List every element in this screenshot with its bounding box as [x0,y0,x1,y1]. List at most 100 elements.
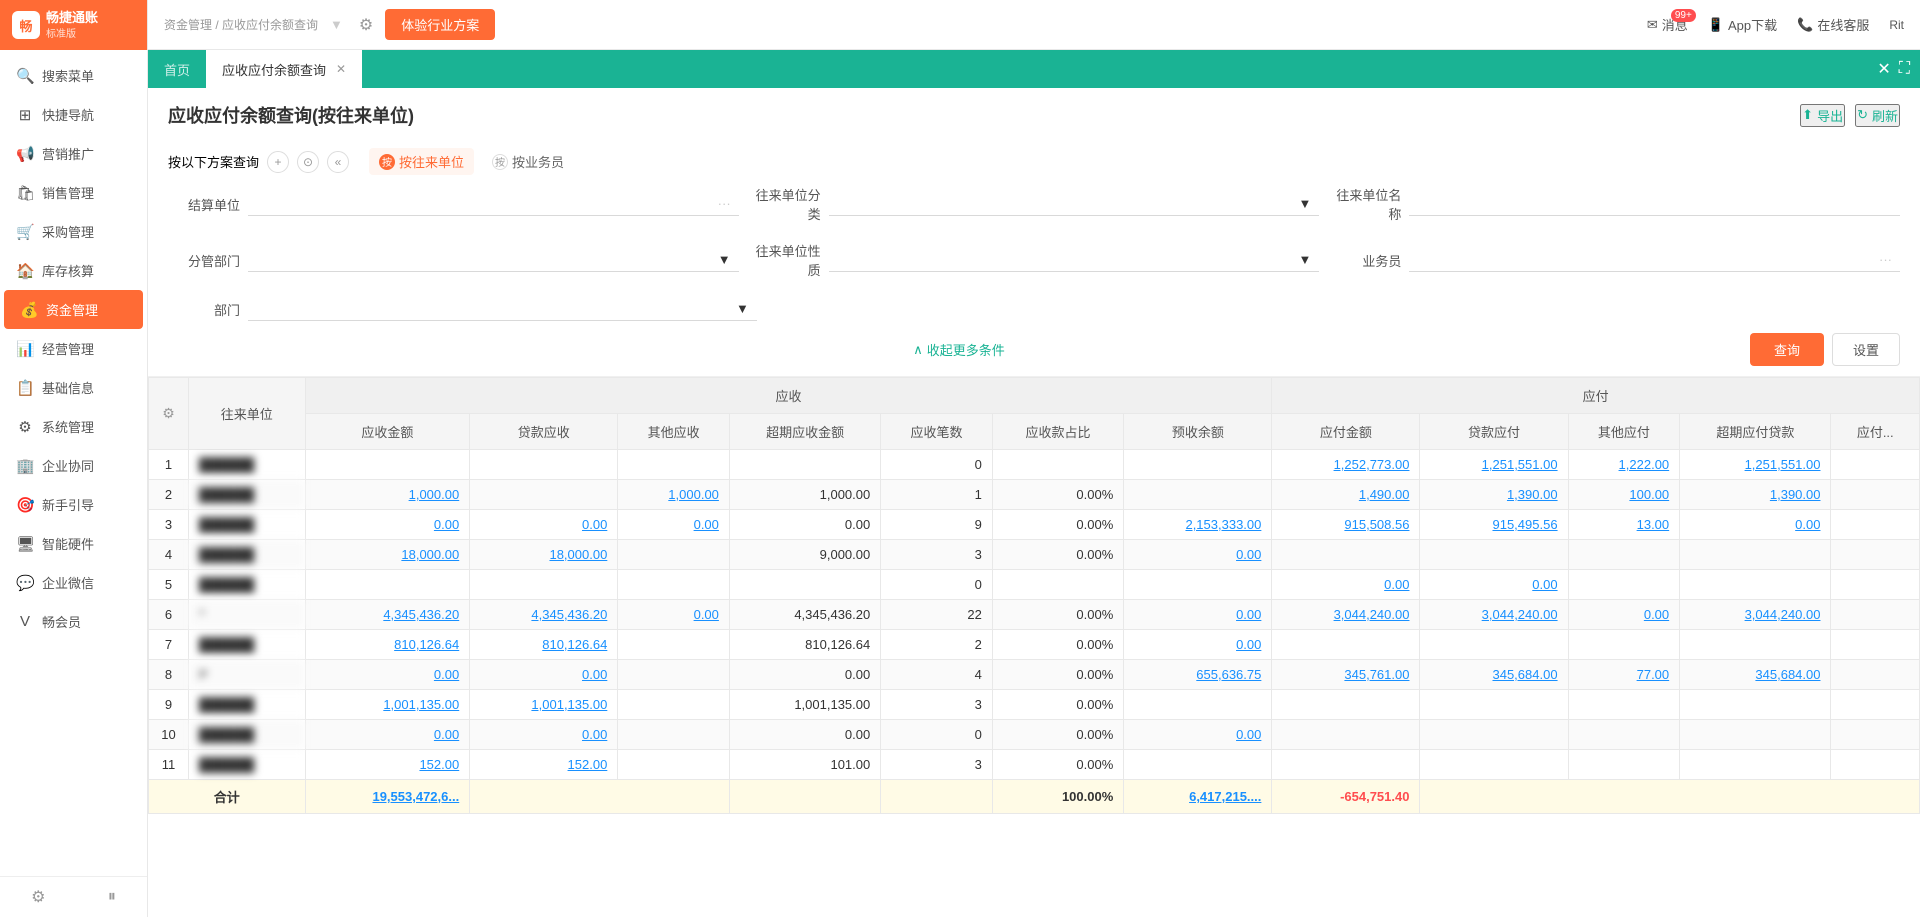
table-cell[interactable]: 3,044,240.00 [1420,600,1568,630]
table-cell[interactable]: 0.00 [618,510,730,540]
tab-expand-icon[interactable]: ⛶ [1899,60,1910,78]
table-cell[interactable]: 1,001,135.00 [470,690,618,720]
filter-option-salesperson[interactable]: 按 按业务员 [482,148,574,175]
table-cell[interactable]: 0.00 [1568,600,1680,630]
filter-dept-select[interactable]: ▼ [248,297,757,321]
dropdown-arrow-icon[interactable]: ▼ [330,17,343,32]
filter-settlement-input[interactable]: ··· [248,192,739,216]
table-cell[interactable]: 1,251,551.00 [1680,450,1831,480]
sidebar-item-quick-nav[interactable]: ⊞ 快捷导航 [0,95,147,134]
online-service-button[interactable]: 📞 在线客服 [1797,15,1869,34]
table-cell[interactable]: 345,684.00 [1680,660,1831,690]
query-button[interactable]: 查询 [1750,333,1824,366]
table-cell[interactable]: 0.00 [470,510,618,540]
topbar-gear-icon[interactable]: ⚙ [359,15,373,35]
app-download-button[interactable]: 📱 App下载 [1708,15,1777,34]
table-cell[interactable]: 0.00 [305,660,470,690]
table-cell[interactable]: 0.00 [470,720,618,750]
sidebar-item-guide[interactable]: 🎯 新手引导 [0,485,147,524]
table-cell[interactable]: 345,684.00 [1420,660,1568,690]
footer-ar-amount[interactable]: 19,553,472,6... [305,780,470,814]
user-label[interactable]: Rit [1889,18,1904,32]
table-cell[interactable]: 1,390.00 [1420,480,1568,510]
table-cell[interactable]: 0.00 [1420,570,1568,600]
message-button[interactable]: ✉ 消息 99+ [1647,15,1688,34]
table-settings-icon[interactable]: ⚙ [162,405,175,421]
table-cell[interactable]: 1,222.00 [1568,450,1680,480]
tab-ar-ap[interactable]: 应收应付余额查询 ✕ [206,50,362,88]
filter-partner-category-select[interactable]: ▼ [829,192,1320,216]
table-cell[interactable]: 1,000.00 [305,480,470,510]
sidebar-item-marketing[interactable]: 📢 营销推广 [0,134,147,173]
table-cell[interactable]: 655,636.75 [1124,660,1272,690]
filter-dept-manage-select[interactable]: ▼ [248,248,739,272]
collapse-more-button[interactable]: ∧ 收起更多条件 [913,340,1005,359]
table-cell[interactable]: 0.00 [470,660,618,690]
sidebar-item-enterprise[interactable]: 🏢 企业协同 [0,446,147,485]
filter-partner-name-input[interactable] [1409,192,1900,216]
filter-partner-nature-select[interactable]: ▼ [829,248,1320,272]
table-cell[interactable]: 152.00 [470,750,618,780]
table-cell[interactable]: 1,490.00 [1272,480,1420,510]
sidebar-item-system[interactable]: ⚙ 系统管理 [0,407,147,446]
sidebar-item-basic[interactable]: 📋 基础信息 [0,368,147,407]
setting-button[interactable]: 设置 [1832,333,1900,366]
filter-salesperson-input[interactable]: ··· [1409,248,1900,272]
table-cell[interactable]: 0.00 [1124,720,1272,750]
table-cell[interactable]: 4,345,436.20 [470,600,618,630]
table-cell[interactable]: 100.00 [1568,480,1680,510]
table-cell[interactable]: 1,001,135.00 [305,690,470,720]
table-cell[interactable]: 810,126.64 [305,630,470,660]
table-cell[interactable]: 3,044,240.00 [1680,600,1831,630]
table-cell[interactable]: 0.00 [1124,630,1272,660]
table-cell[interactable]: 1,252,773.00 [1272,450,1420,480]
table-cell[interactable]: 4,345,436.20 [305,600,470,630]
table-cell[interactable]: 0.00 [1272,570,1420,600]
sidebar-collapse-button[interactable]: ⏸ [108,888,116,906]
table-cell[interactable]: 18,000.00 [305,540,470,570]
filter-collapse-button[interactable]: « [327,151,349,173]
export-button[interactable]: ⬆ 导出 [1800,104,1845,127]
sidebar-item-sales[interactable]: 🛍 销售管理 [0,173,147,212]
table-cell[interactable]: 0.00 [618,600,730,630]
filter-add-button[interactable]: + [267,151,289,173]
filter-salesperson-dots[interactable]: ··· [1879,252,1892,267]
table-cell[interactable]: 13.00 [1568,510,1680,540]
table-cell[interactable]: 18,000.00 [470,540,618,570]
sidebar-settings-button[interactable]: ⚙ [31,887,45,907]
footer-ar-prepaid[interactable]: 6,417,215.... [1124,780,1272,814]
tab-close-icon[interactable]: ✕ [336,62,346,76]
table-cell[interactable]: 77.00 [1568,660,1680,690]
table-cell[interactable]: 0.00 [305,720,470,750]
filter-option-partner[interactable]: 按 按往来单位 [369,148,474,175]
sidebar-item-purchase[interactable]: 🛒 采购管理 [0,212,147,251]
table-cell[interactable]: 0.00 [305,510,470,540]
sidebar-item-inventory[interactable]: 🏠 库存核算 [0,251,147,290]
sidebar-item-member[interactable]: V 畅会员 [0,602,147,641]
table-cell[interactable]: 1,000.00 [618,480,730,510]
table-cell[interactable]: 0.00 [1124,600,1272,630]
table-cell[interactable]: 810,126.64 [470,630,618,660]
refresh-button[interactable]: ↻ 刷新 [1855,104,1900,127]
sidebar-item-search[interactable]: 🔍 搜索菜单 [0,56,147,95]
tab-home[interactable]: 首页 [148,50,206,88]
filter-settlement-dots[interactable]: ··· [718,196,731,211]
sidebar-item-funds[interactable]: 💰 资金管理 [4,290,143,329]
table-cell[interactable]: 1,390.00 [1680,480,1831,510]
table-cell[interactable]: 0.00 [1680,510,1831,540]
table-cell: 0 [881,720,993,750]
table-cell[interactable]: 345,761.00 [1272,660,1420,690]
sidebar-item-hardware[interactable]: 🖥 智能硬件 [0,524,147,563]
table-cell[interactable]: 3,044,240.00 [1272,600,1420,630]
table-cell[interactable]: 1,251,551.00 [1420,450,1568,480]
sidebar-item-operations[interactable]: 📊 经营管理 [0,329,147,368]
promo-button[interactable]: 体验行业方案 [385,9,495,40]
table-cell[interactable]: 915,495.56 [1420,510,1568,540]
tab-close-window-icon[interactable]: ✕ [1877,59,1890,79]
filter-settings-button[interactable]: ⊙ [297,151,319,173]
table-cell[interactable]: 0.00 [1124,540,1272,570]
sidebar-item-wechat[interactable]: 💬 企业微信 [0,563,147,602]
table-cell[interactable]: 2,153,333.00 [1124,510,1272,540]
table-cell[interactable]: 152.00 [305,750,470,780]
table-cell[interactable]: 915,508.56 [1272,510,1420,540]
